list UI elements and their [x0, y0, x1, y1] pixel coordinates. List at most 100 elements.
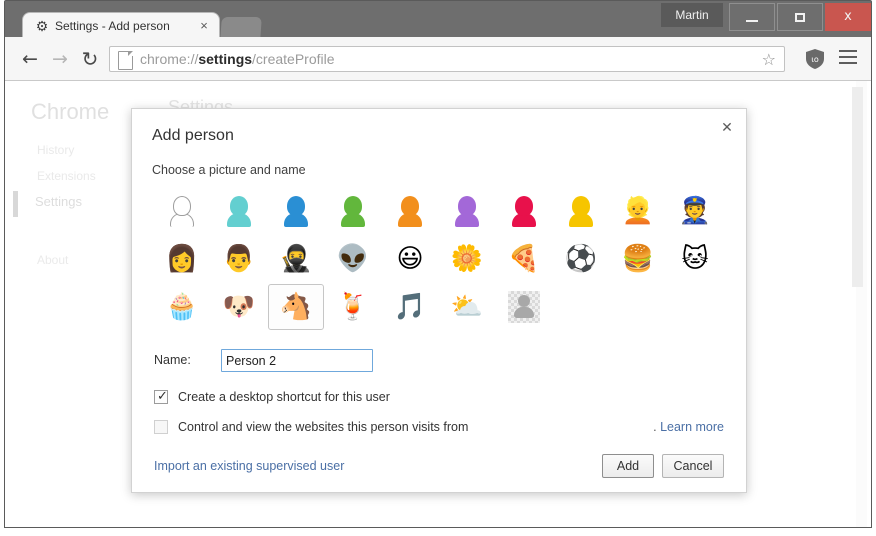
avatar-option-smiley[interactable]: 😃 [382, 236, 438, 282]
learn-more-link[interactable]: Learn more [660, 420, 724, 434]
avatar-option-music-note[interactable]: 🎵 [382, 284, 438, 330]
avatar-option-flower[interactable]: 🌼 [439, 236, 495, 282]
avatar-option-silhouette-purple[interactable] [439, 188, 495, 234]
horse-icon: 🐴 [279, 292, 313, 322]
gear-icon: ⚙ [35, 18, 49, 34]
avatar-option-woman-sunglasses[interactable]: 👩 [154, 236, 210, 282]
close-window-button[interactable]: x [825, 3, 871, 31]
ninja-icon: 🥷 [279, 244, 313, 274]
page-brand: Chrome [31, 99, 110, 124]
avatar-option-soccer-ball[interactable]: ⚽ [553, 236, 609, 282]
flower-icon: 🌼 [450, 244, 484, 274]
avatar-option-silhouette-orange[interactable] [382, 188, 438, 234]
menu-bar-1 [839, 50, 857, 52]
pizza-icon: 🍕 [507, 244, 541, 274]
avatar-option-cat[interactable]: 🐱 [667, 236, 723, 282]
silhouette-head [572, 196, 590, 216]
add-button[interactable]: Add [602, 454, 654, 478]
import-supervised-user-link[interactable]: Import an existing supervised user [154, 459, 344, 473]
smiley-icon: 😃 [396, 244, 424, 274]
supervised-user-label: Control and view the websites this perso… [178, 420, 469, 434]
hamburger-icon: 🍔 [621, 244, 655, 274]
sidebar-item-extensions[interactable]: Extensions [37, 169, 96, 183]
avatar-option-woman-blonde[interactable]: 👱 [610, 188, 666, 234]
avatar-option-cupcake[interactable]: 🧁 [154, 284, 210, 330]
woman-blonde-icon: 👱 [621, 196, 655, 226]
avatar-option-silhouette-teal[interactable] [211, 188, 267, 234]
avatar-row: 👱 👮 [154, 188, 726, 236]
soccer-ball-icon: ⚽ [564, 244, 598, 274]
cancel-button[interactable]: Cancel [662, 454, 724, 478]
menu-bar-3 [839, 62, 857, 64]
shield-icon-svg: ιο [806, 49, 824, 69]
avatar-option-horse[interactable]: 🐴 [268, 284, 324, 330]
shield-icon[interactable]: ιο [805, 48, 825, 70]
avatar-option-hamburger[interactable]: 🍔 [610, 236, 666, 282]
avatar-option-ninja[interactable]: 🥷 [268, 236, 324, 282]
avatar-option-silhouette-blue[interactable] [268, 188, 324, 234]
page-scrollbar-thumb[interactable] [852, 87, 863, 287]
bookmark-star-icon[interactable]: ☆ [762, 50, 776, 69]
silhouette-head [344, 196, 362, 216]
checkmark-icon: ✓ [157, 389, 168, 404]
avatar-option-alien[interactable]: 👽 [325, 236, 381, 282]
dialog-title: Add person [152, 127, 234, 144]
sidebar-item-about[interactable]: About [37, 253, 68, 267]
back-icon[interactable]: ← [19, 48, 41, 70]
sidebar-selection-indicator [13, 191, 18, 217]
hamburger-menu-icon[interactable] [839, 50, 857, 66]
reload-icon[interactable]: ↻ [79, 48, 101, 70]
learn-more-wrap: . Learn more [653, 419, 724, 435]
name-row: Name: [154, 349, 714, 373]
silhouette-head [173, 196, 191, 216]
desktop-shortcut-label: Create a desktop shortcut for this user [178, 390, 390, 404]
silhouette-icon [167, 195, 197, 227]
avatar-option-sun-behind-cloud[interactable]: ⛅ [439, 284, 495, 330]
avatar-option-man-portrait[interactable]: 👨 [211, 236, 267, 282]
sun-behind-cloud-icon: ⛅ [450, 292, 484, 322]
sidebar-item-settings[interactable]: Settings [35, 194, 82, 209]
tab-title: Settings - Add person [55, 19, 170, 33]
avatar-option-silhouette-red[interactable] [496, 188, 552, 234]
page-info-icon[interactable] [118, 51, 133, 70]
avatar-option-pizza[interactable]: 🍕 [496, 236, 552, 282]
desktop-shortcut-checkbox[interactable]: ✓ [154, 389, 168, 404]
avatar-option-man-with-cap[interactable]: 👮 [667, 188, 723, 234]
avatar-option-silhouette-yellow[interactable] [553, 188, 609, 234]
avatar-picker-grid: 👱 👮 👩 👨 🥷 👽 😃 🌼 🍕 ⚽ 🍔 🐱 🧁 🐶 🐴 🍹 🎵 ⛅ [154, 188, 726, 332]
cat-icon: 🐱 [681, 244, 709, 274]
avatar-option-generic-person[interactable] [496, 284, 552, 330]
user-profile-badge[interactable]: Martin [661, 3, 723, 27]
maximize-button[interactable] [777, 3, 823, 31]
silhouette-head [287, 196, 305, 216]
address-bar[interactable]: chrome://settings/createProfile ☆ [109, 46, 785, 72]
supervised-user-checkbox[interactable] [154, 420, 168, 434]
page-scrollbar[interactable] [852, 81, 867, 527]
cocktail-icon: 🍹 [336, 292, 370, 322]
name-input[interactable] [221, 349, 373, 372]
silhouette-icon [452, 195, 482, 227]
cupcake-icon: 🧁 [165, 292, 199, 322]
menu-bar-2 [839, 56, 857, 58]
silhouette-icon [509, 195, 539, 227]
sidebar-item-history[interactable]: History [37, 143, 74, 157]
close-icon: x [844, 9, 852, 24]
avatar-option-silhouette-white[interactable] [154, 188, 210, 234]
forward-icon[interactable]: → [49, 48, 71, 70]
woman-sunglasses-icon: 👩 [165, 244, 199, 274]
browser-toolbar: ← → ↻ chrome://settings/createProfile ☆ … [5, 37, 871, 81]
minimize-button[interactable] [729, 3, 775, 31]
avatar-option-cocktail[interactable]: 🍹 [325, 284, 381, 330]
generic-head [518, 295, 530, 307]
tab-close-icon[interactable]: × [197, 18, 211, 33]
name-label: Name: [154, 353, 191, 367]
avatar-option-silhouette-green[interactable] [325, 188, 381, 234]
silhouette-icon [338, 195, 368, 227]
generic-body [514, 307, 534, 318]
title-bar: ⚙ Settings - Add person × Martin x [5, 1, 871, 41]
avatar-option-dog[interactable]: 🐶 [211, 284, 267, 330]
url-path: /createProfile [252, 51, 335, 67]
dialog-close-icon[interactable]: ✕ [718, 119, 736, 137]
address-bar-url: chrome://settings/createProfile [140, 50, 748, 69]
silhouette-head [401, 196, 419, 216]
